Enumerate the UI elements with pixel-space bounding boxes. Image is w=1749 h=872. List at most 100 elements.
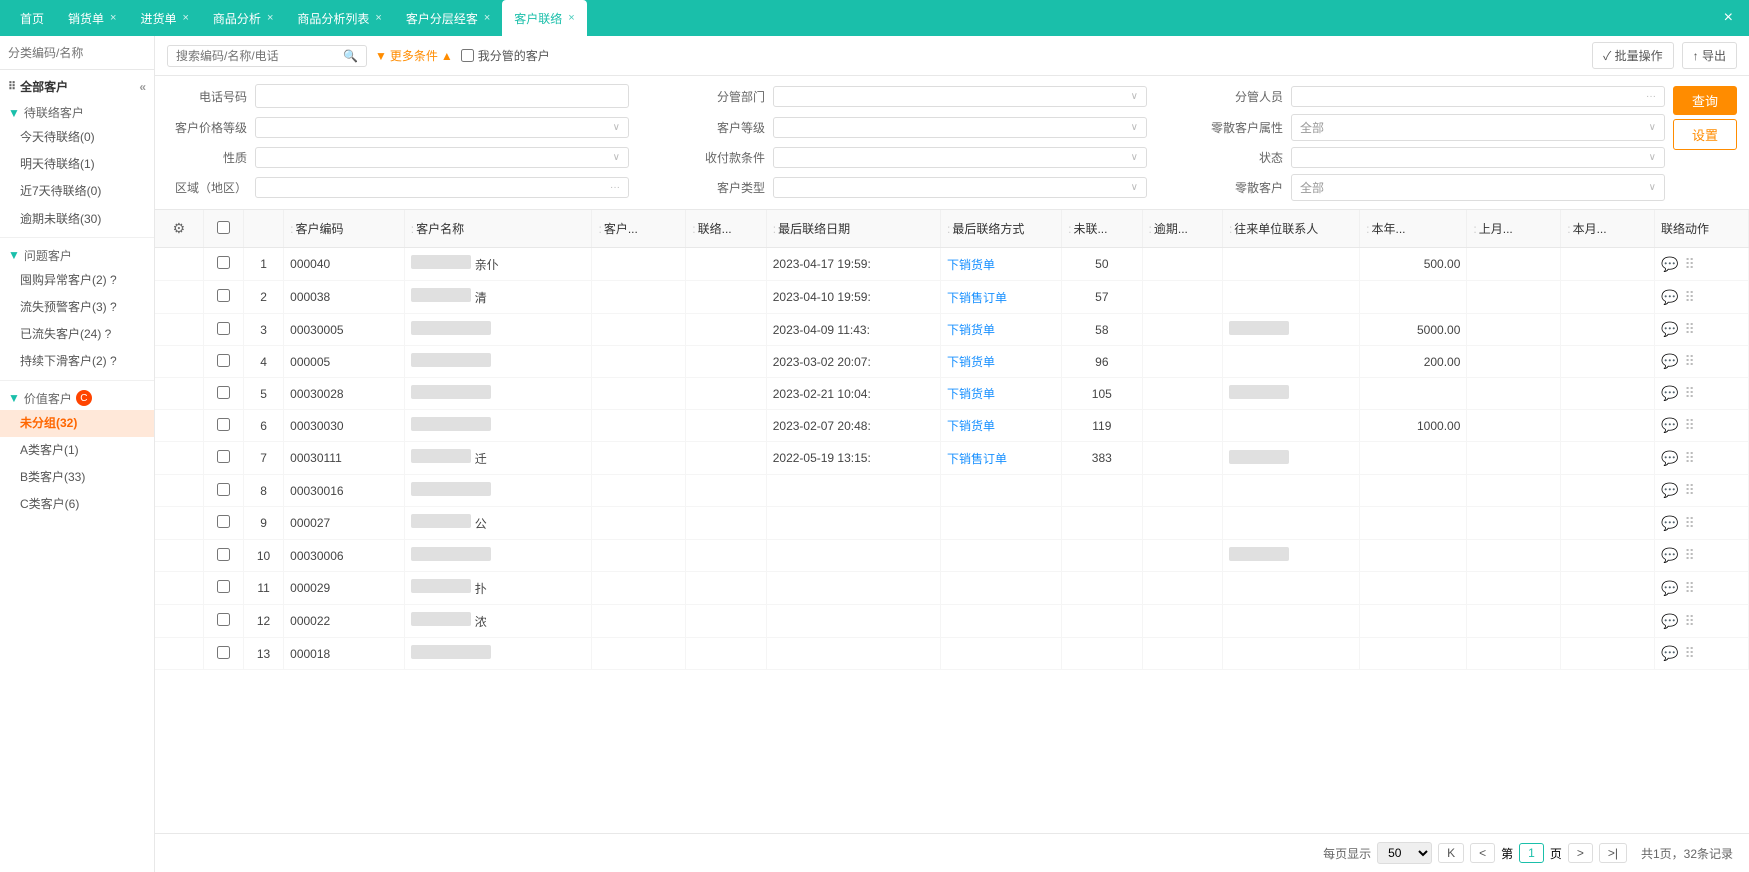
sidebar-item-overdue[interactable]: 逾期未联络(30)	[0, 206, 154, 233]
action-menu-icon-10[interactable]: ⠿	[1684, 580, 1694, 597]
prev-page-button[interactable]: <	[1470, 843, 1495, 863]
action-chat-icon-8[interactable]: 💬	[1661, 515, 1678, 532]
row-select-checkbox-5[interactable]	[217, 418, 230, 431]
nav-tab-customer-segment[interactable]: 客户分层经客 ×	[394, 0, 502, 36]
action-menu-icon-4[interactable]: ⠿	[1684, 385, 1694, 402]
payment-select[interactable]: ∨	[773, 147, 1147, 168]
nav-tab-sales[interactable]: 销货单 ×	[56, 0, 128, 36]
select-all-checkbox[interactable]	[217, 221, 230, 234]
my-customers-checkbox[interactable]	[461, 49, 474, 62]
row-select-checkbox-12[interactable]	[217, 646, 230, 659]
action-menu-icon-12[interactable]: ⠿	[1684, 645, 1694, 662]
close-all-button[interactable]: ×	[1716, 5, 1741, 31]
row-select-checkbox-0[interactable]	[217, 256, 230, 269]
action-chat-icon-7[interactable]: 💬	[1661, 482, 1678, 499]
action-chat-icon-3[interactable]: 💬	[1661, 353, 1678, 370]
sidebar-item-b-class[interactable]: B类客户(33)	[0, 464, 154, 491]
nav-tab-product-analysis[interactable]: 商品分析 ×	[201, 0, 285, 36]
row-select-checkbox-6[interactable]	[217, 450, 230, 463]
sidebar-item-today[interactable]: 今天待联络(0)	[0, 124, 154, 151]
customer-type-select[interactable]: ∨	[773, 177, 1147, 198]
table-settings-button[interactable]: ⚙	[171, 218, 188, 239]
export-button[interactable]: ↑ 导出	[1682, 42, 1737, 69]
action-chat-icon-12[interactable]: 💬	[1661, 645, 1678, 662]
page-size-select[interactable]: 50 100 200	[1377, 842, 1432, 864]
sidebar-item-tomorrow[interactable]: 明天待联络(1)	[0, 151, 154, 178]
row-select-checkbox-1[interactable]	[217, 289, 230, 302]
action-menu-icon-6[interactable]: ⠿	[1684, 450, 1694, 467]
close-product-analysis-icon[interactable]: ×	[267, 12, 273, 24]
contact-method-link-2[interactable]: 下销货单	[947, 323, 995, 337]
sidebar-item-declining[interactable]: 持续下滑客户(2) ?	[0, 348, 154, 375]
close-purchase-icon[interactable]: ×	[182, 12, 188, 24]
nav-tab-home[interactable]: 首页	[8, 0, 56, 36]
row-select-checkbox-3[interactable]	[217, 354, 230, 367]
batch-operation-button[interactable]: ✓ 批量操作	[1592, 42, 1674, 69]
action-chat-icon-0[interactable]: 💬	[1661, 256, 1678, 273]
phone-input[interactable]	[255, 84, 629, 108]
retail-attr-select[interactable]: 全部 ∨	[1291, 114, 1665, 141]
action-chat-icon-4[interactable]: 💬	[1661, 385, 1678, 402]
action-menu-icon-7[interactable]: ⠿	[1684, 482, 1694, 499]
sidebar-collapse-icon[interactable]: «	[139, 80, 146, 94]
close-sales-icon[interactable]: ×	[110, 12, 116, 24]
all-customers-header[interactable]: ⠿ 全部客户 «	[0, 70, 154, 99]
row-select-checkbox-10[interactable]	[217, 580, 230, 593]
status-select[interactable]: ∨	[1291, 147, 1665, 168]
my-customers-filter[interactable]: 我分管的客户	[461, 47, 550, 64]
sidebar-item-churn-risk[interactable]: 流失预警客户(3) ?	[0, 294, 154, 321]
sidebar-item-week[interactable]: 近7天待联络(0)	[0, 178, 154, 205]
contact-method-link-1[interactable]: 下销售订单	[947, 291, 1007, 305]
region-select[interactable]: ···	[255, 177, 629, 198]
retail-customer-select[interactable]: 全部 ∨	[1291, 174, 1665, 201]
action-menu-icon-3[interactable]: ⠿	[1684, 353, 1694, 370]
row-select-checkbox-2[interactable]	[217, 322, 230, 335]
sidebar-item-lost[interactable]: 已流失客户(24) ?	[0, 321, 154, 348]
sidebar-group-pending[interactable]: ▼ 待联络客户	[0, 99, 154, 124]
nav-tab-customer-contact[interactable]: 客户联络 ×	[502, 0, 586, 36]
query-button[interactable]: 查询	[1673, 86, 1737, 115]
contact-method-link-0[interactable]: 下销货单	[947, 258, 995, 272]
action-chat-icon-2[interactable]: 💬	[1661, 321, 1678, 338]
close-customer-contact-icon[interactable]: ×	[568, 12, 574, 24]
row-select-checkbox-4[interactable]	[217, 386, 230, 399]
row-select-checkbox-7[interactable]	[217, 483, 230, 496]
last-page-button[interactable]: >|	[1599, 843, 1627, 863]
sidebar-item-a-class[interactable]: A类客户(1)	[0, 437, 154, 464]
action-chat-icon-11[interactable]: 💬	[1661, 613, 1678, 630]
nav-tab-product-analysis-list[interactable]: 商品分析列表 ×	[285, 0, 393, 36]
action-chat-icon-1[interactable]: 💬	[1661, 289, 1678, 306]
sidebar-item-c-class[interactable]: C类客户(6)	[0, 491, 154, 518]
action-menu-icon-1[interactable]: ⠿	[1684, 289, 1694, 306]
main-search-input[interactable]	[176, 49, 339, 63]
sidebar-group-value[interactable]: ▼ 价值客户 C	[0, 385, 154, 410]
contact-method-link-5[interactable]: 下销货单	[947, 419, 995, 433]
action-chat-icon-5[interactable]: 💬	[1661, 417, 1678, 434]
sidebar-search-input[interactable]	[8, 46, 155, 60]
next-page-button[interactable]: >	[1568, 843, 1593, 863]
contact-method-link-3[interactable]: 下销货单	[947, 355, 995, 369]
sidebar-item-abnormal[interactable]: 囤购异常客户(2) ?	[0, 267, 154, 294]
contact-method-link-4[interactable]: 下销货单	[947, 387, 995, 401]
main-search-icon[interactable]: 🔍	[343, 49, 358, 63]
action-menu-icon-2[interactable]: ⠿	[1684, 321, 1694, 338]
manager-select[interactable]: ···	[1291, 86, 1665, 107]
price-grade-select[interactable]: ∨	[255, 117, 629, 138]
row-select-checkbox-9[interactable]	[217, 548, 230, 561]
nature-select[interactable]: ∨	[255, 147, 629, 168]
dept-select[interactable]: ∨	[773, 86, 1147, 107]
close-product-list-icon[interactable]: ×	[375, 12, 381, 24]
row-select-checkbox-11[interactable]	[217, 613, 230, 626]
nav-tab-purchase[interactable]: 进货单 ×	[128, 0, 200, 36]
contact-method-link-6[interactable]: 下销售订单	[947, 452, 1007, 466]
action-menu-icon-5[interactable]: ⠿	[1684, 417, 1694, 434]
row-select-checkbox-8[interactable]	[217, 515, 230, 528]
action-menu-icon-11[interactable]: ⠿	[1684, 613, 1694, 630]
action-chat-icon-9[interactable]: 💬	[1661, 547, 1678, 564]
action-menu-icon-9[interactable]: ⠿	[1684, 547, 1694, 564]
action-chat-icon-10[interactable]: 💬	[1661, 580, 1678, 597]
action-menu-icon-0[interactable]: ⠿	[1684, 256, 1694, 273]
customer-grade-select[interactable]: ∨	[773, 117, 1147, 138]
more-conditions-button[interactable]: ▼ 更多条件 ▲	[375, 47, 453, 64]
action-menu-icon-8[interactable]: ⠿	[1684, 515, 1694, 532]
